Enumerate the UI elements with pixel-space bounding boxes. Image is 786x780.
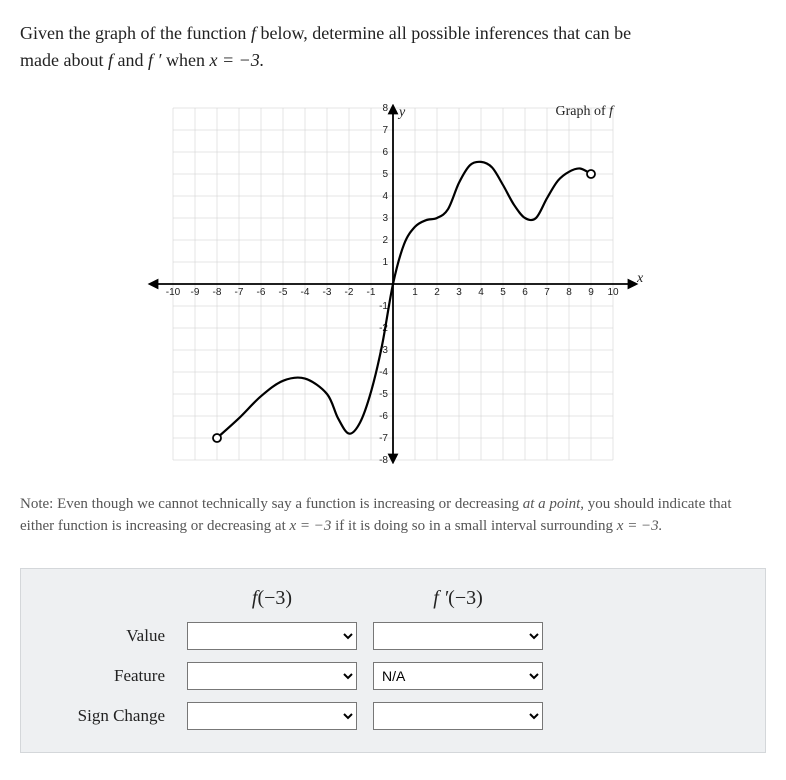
note-part: if it is doing so in a small interval su… <box>331 518 616 534</box>
svg-text:6: 6 <box>382 147 388 158</box>
note-eqn: x = −3. <box>617 518 663 534</box>
svg-text:4: 4 <box>382 191 388 202</box>
svg-text:-1: -1 <box>367 287 376 298</box>
svg-text:6: 6 <box>522 287 528 298</box>
sign-f-select[interactable] <box>187 702 357 730</box>
svg-text:2: 2 <box>382 235 388 246</box>
svg-text:-3: -3 <box>323 287 332 298</box>
q-part: made about <box>20 50 108 70</box>
svg-text:-6: -6 <box>379 411 388 422</box>
svg-text:-7: -7 <box>235 287 244 298</box>
eqn: x = −3. <box>209 50 264 70</box>
svg-text:-8: -8 <box>379 455 388 464</box>
row-label-sign: Sign Change <box>41 706 171 726</box>
row-label-feature: Feature <box>41 666 171 686</box>
q-part: and <box>113 50 148 70</box>
q-part: when <box>161 50 209 70</box>
svg-text:3: 3 <box>382 213 388 224</box>
svg-text:-10: -10 <box>166 287 181 298</box>
svg-text:1: 1 <box>382 257 388 268</box>
svg-text:-1: -1 <box>379 301 388 312</box>
x-axis-label: x <box>636 271 644 286</box>
graph-title: Graph of f <box>555 104 613 120</box>
svg-text:8: 8 <box>382 104 388 114</box>
sign-fprime-select[interactable] <box>373 702 543 730</box>
col-head-fprime: f ′(−3) <box>373 587 543 610</box>
graph-area: Graph of f x y -10 -9 -8 -7 -6 -5 -4 -3 -2 -1 1 2 3 4… <box>20 104 766 464</box>
q-part: below, determine all possible inferences… <box>256 23 631 43</box>
svg-text:7: 7 <box>544 287 550 298</box>
svg-text:8: 8 <box>566 287 572 298</box>
svg-text:-4: -4 <box>379 367 388 378</box>
feature-fprime-select[interactable]: N/A <box>373 662 543 690</box>
svg-text:10: 10 <box>607 287 619 298</box>
question-text: Given the graph of the function f below,… <box>20 20 766 74</box>
svg-text:-5: -5 <box>279 287 288 298</box>
svg-text:3: 3 <box>456 287 462 298</box>
svg-text:5: 5 <box>382 169 388 180</box>
svg-text:-9: -9 <box>191 287 200 298</box>
note-text: Note: Even though we cannot technically … <box>20 494 766 538</box>
graph-svg: x y -10 -9 -8 -7 -6 -5 -4 -3 -2 -1 1 2 3 4 5 6 7 8 9 10 -8 -7… <box>133 104 653 464</box>
svg-text:-2: -2 <box>345 287 354 298</box>
svg-text:9: 9 <box>588 287 594 298</box>
value-fprime-select[interactable] <box>373 622 543 650</box>
svg-text:7: 7 <box>382 125 388 136</box>
svg-text:2: 2 <box>434 287 440 298</box>
svg-text:5: 5 <box>500 287 506 298</box>
feature-f-select[interactable] <box>187 662 357 690</box>
row-label-value: Value <box>41 626 171 646</box>
note-part: Note: Even though we cannot technically … <box>20 496 523 512</box>
note-ital: at a point <box>523 496 581 512</box>
svg-text:-6: -6 <box>257 287 266 298</box>
svg-text:-4: -4 <box>301 287 310 298</box>
svg-text:-7: -7 <box>379 433 388 444</box>
q-part: Given the graph of the function <box>20 23 251 43</box>
svg-text:-8: -8 <box>213 287 222 298</box>
value-f-select[interactable] <box>187 622 357 650</box>
note-eqn: x = −3 <box>289 518 331 534</box>
svg-text:4: 4 <box>478 287 484 298</box>
svg-text:1: 1 <box>412 287 418 298</box>
y-axis-label: y <box>397 105 406 120</box>
answer-panel: f(−3) f ′(−3) Value Feature N/A Sign Cha… <box>20 568 766 753</box>
col-head-f: f(−3) <box>187 587 357 610</box>
svg-text:-5: -5 <box>379 389 388 400</box>
var-fprime: f ′ <box>148 50 161 70</box>
